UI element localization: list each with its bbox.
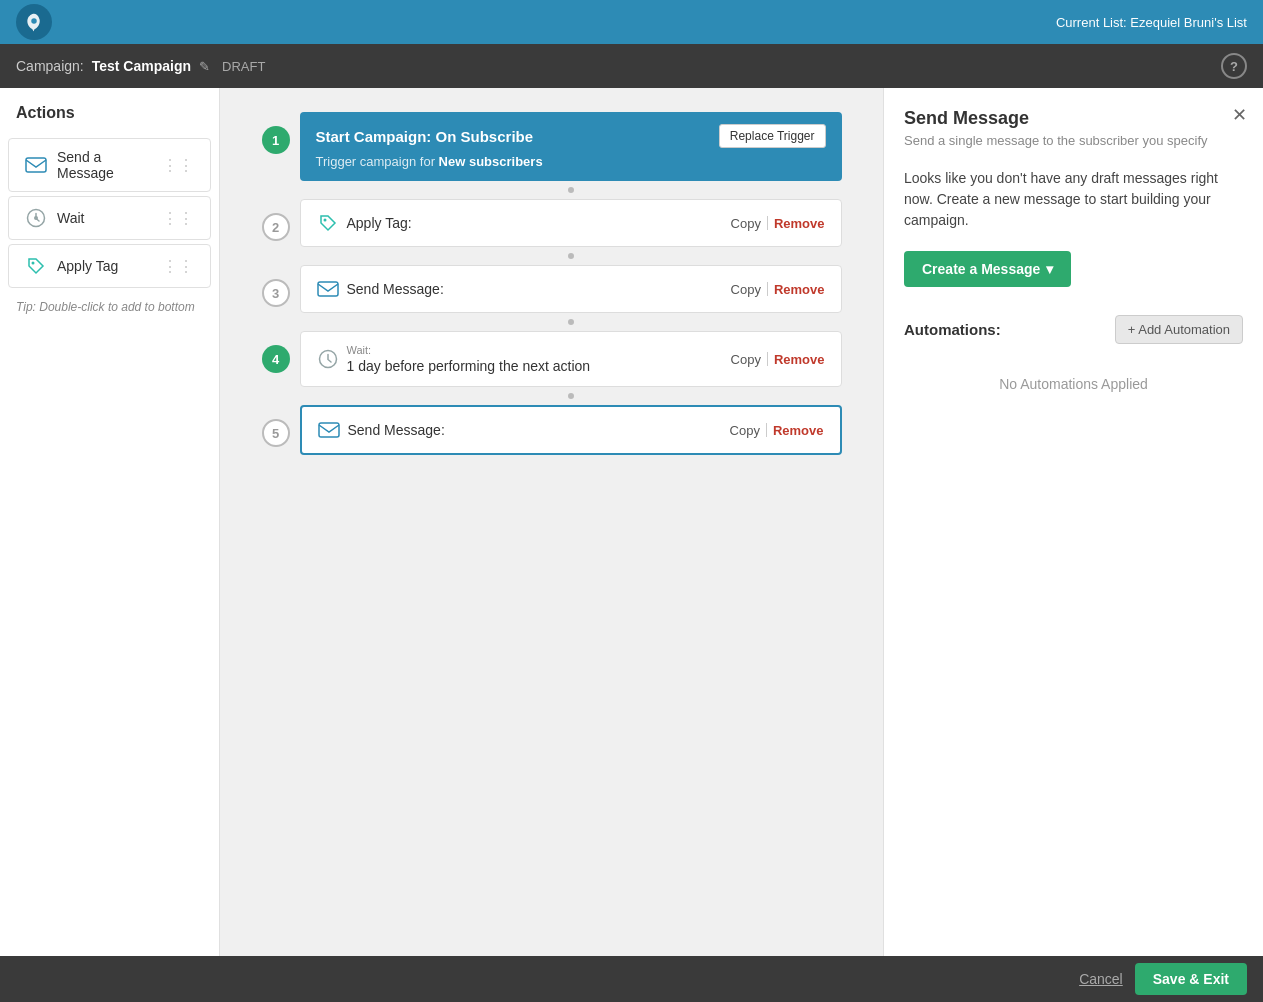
create-message-arrow: ▾ — [1046, 261, 1053, 277]
automations-label: Automations: — [904, 321, 1001, 338]
step-3-remove[interactable]: Remove — [774, 282, 825, 297]
divider — [767, 216, 768, 230]
step-2-copy[interactable]: Copy — [731, 216, 761, 231]
step-5-copy[interactable]: Copy — [730, 423, 760, 438]
svg-point-5 — [323, 219, 326, 222]
step-number-4: 4 — [262, 345, 290, 373]
trigger-title: Start Campaign: On Subscribe — [316, 128, 534, 145]
close-icon[interactable]: ✕ — [1232, 104, 1247, 126]
step-number-3: 3 — [262, 279, 290, 307]
step-3-card[interactable]: Send Message: Copy Remove — [300, 265, 842, 313]
current-list: Current List: Ezequiel Bruni's List — [1056, 15, 1247, 30]
automations-section: Automations: + Add Automation No Automat… — [904, 315, 1243, 412]
step-5-label: Send Message: — [348, 422, 445, 438]
sidebar-item-wait[interactable]: Wait ⋮⋮ — [8, 196, 211, 240]
step-4-remove[interactable]: Remove — [774, 352, 825, 367]
step-2-wrapper: 2 Apply Tag: — [262, 199, 842, 247]
step-4-wrapper: 4 W — [262, 331, 842, 387]
email-icon — [25, 154, 47, 176]
connector-dot — [568, 187, 574, 193]
tag-action-icon — [317, 212, 339, 234]
drag-handle: ⋮⋮ — [162, 156, 194, 175]
divider — [767, 282, 768, 296]
drag-handle-tag: ⋮⋮ — [162, 257, 194, 276]
sidebar-item-send-message[interactable]: Send a Message ⋮⋮ — [8, 138, 211, 192]
sidebar-apply-tag-label: Apply Tag — [57, 258, 152, 274]
connector-dot — [568, 393, 574, 399]
step-number-1: 1 — [262, 126, 290, 154]
connector-dot — [568, 253, 574, 259]
cancel-button[interactable]: Cancel — [1079, 971, 1123, 987]
wait-action-icon — [317, 348, 339, 370]
sidebar-item-apply-tag[interactable]: Apply Tag ⋮⋮ — [8, 244, 211, 288]
content-area: 1 Start Campaign: On Subscribe Replace T… — [220, 88, 883, 956]
save-exit-button[interactable]: Save & Exit — [1135, 963, 1247, 995]
trigger-subtitle: Trigger campaign for New subscribers — [316, 154, 826, 169]
svg-rect-6 — [318, 282, 338, 296]
automations-header: Automations: + Add Automation — [904, 315, 1243, 344]
drag-handle-wait: ⋮⋮ — [162, 209, 194, 228]
svg-rect-1 — [26, 158, 46, 172]
svg-point-3 — [34, 216, 38, 220]
sidebar-send-message-label: Send a Message — [57, 149, 152, 181]
step-5-card[interactable]: Send Message: Copy Remove — [300, 405, 842, 455]
step-5-wrapper: 5 Send Message: — [262, 405, 842, 455]
step-2-label: Apply Tag: — [347, 215, 412, 231]
bottom-bar: Cancel Save & Exit — [0, 956, 1263, 1002]
svg-rect-8 — [319, 423, 339, 437]
logo[interactable] — [16, 4, 52, 40]
no-automations-text: No Automations Applied — [904, 356, 1243, 412]
wait-sub-label: Wait: — [347, 344, 591, 356]
campaign-label: Campaign: — [16, 58, 84, 74]
draft-badge: DRAFT — [222, 59, 265, 74]
sidebar-tip: Tip: Double-click to add to bottom — [0, 292, 219, 322]
step-3-label: Send Message: — [347, 281, 444, 297]
help-button[interactable]: ? — [1221, 53, 1247, 79]
svg-point-4 — [32, 262, 35, 265]
add-automation-button[interactable]: + Add Automation — [1115, 315, 1243, 344]
connector-dot — [568, 319, 574, 325]
panel-title: Send Message — [904, 108, 1243, 129]
svg-point-0 — [31, 18, 37, 23]
step-1-wrapper: 1 Start Campaign: On Subscribe Replace T… — [262, 112, 842, 181]
step-4-card[interactable]: Wait: 1 day before performing the next a… — [300, 331, 842, 387]
divider — [767, 352, 768, 366]
main-layout: Actions Send a Message ⋮⋮ Wait ⋮⋮ — [0, 88, 1263, 956]
panel-subtitle: Send a single message to the subscriber … — [904, 133, 1243, 148]
wait-icon — [25, 207, 47, 229]
replace-trigger-button[interactable]: Replace Trigger — [719, 124, 826, 148]
right-panel: ✕ Send Message Send a single message to … — [883, 88, 1263, 956]
edit-icon[interactable]: ✎ — [199, 59, 210, 74]
email-action-icon-3 — [317, 278, 339, 300]
email-action-icon-5 — [318, 419, 340, 441]
sidebar-title: Actions — [0, 104, 219, 134]
step-5-remove[interactable]: Remove — [773, 423, 824, 438]
step-2-card[interactable]: Apply Tag: Copy Remove — [300, 199, 842, 247]
campaign-bar: Campaign: Test Campaign ✎ DRAFT ? — [0, 44, 1263, 88]
step-3-copy[interactable]: Copy — [731, 282, 761, 297]
sidebar-wait-label: Wait — [57, 210, 152, 226]
step-1-trigger-card[interactable]: Start Campaign: On Subscribe Replace Tri… — [300, 112, 842, 181]
step-number-2: 2 — [262, 213, 290, 241]
divider — [766, 423, 767, 437]
step-4-copy[interactable]: Copy — [731, 352, 761, 367]
step-number-5: 5 — [262, 419, 290, 447]
sidebar: Actions Send a Message ⋮⋮ Wait ⋮⋮ — [0, 88, 220, 956]
panel-body-text: Looks like you don't have any draft mess… — [904, 168, 1243, 231]
campaign-name: Test Campaign — [92, 58, 191, 74]
create-message-label: Create a Message — [922, 261, 1040, 277]
step-container: 1 Start Campaign: On Subscribe Replace T… — [244, 112, 859, 455]
tag-icon — [25, 255, 47, 277]
top-nav: Current List: Ezequiel Bruni's List — [0, 0, 1263, 44]
step-4-label: 1 day before performing the next action — [347, 358, 591, 374]
create-message-button[interactable]: Create a Message ▾ — [904, 251, 1071, 287]
step-2-remove[interactable]: Remove — [774, 216, 825, 231]
step-3-wrapper: 3 Send Message: — [262, 265, 842, 313]
